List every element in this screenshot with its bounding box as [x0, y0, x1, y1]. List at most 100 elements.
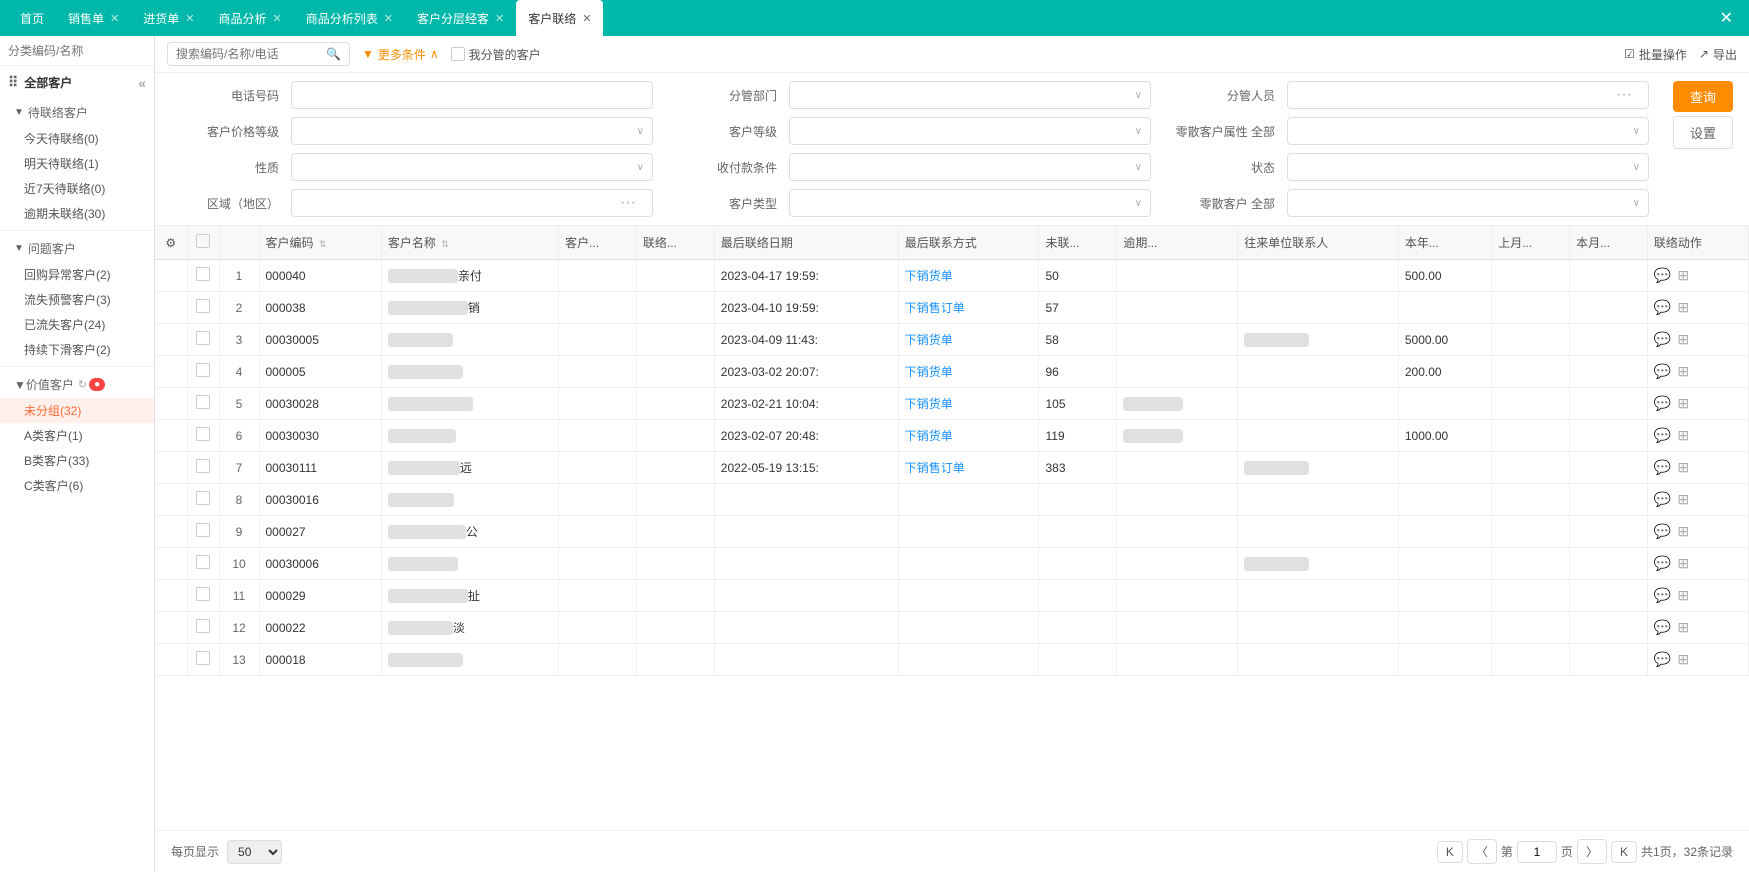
- sidebar-item-abnormal-repurchase[interactable]: 回购异常客户(2): [0, 262, 154, 287]
- prev-page-btn[interactable]: 〈: [1467, 839, 1497, 864]
- grid-action-icon[interactable]: ⊞: [1677, 299, 1689, 316]
- sidebar-item-7days[interactable]: 近7天待联络(0): [0, 176, 154, 201]
- sidebar-item-b-class[interactable]: B类客户(33): [0, 448, 154, 473]
- th-this-month[interactable]: 本月...: [1570, 226, 1648, 260]
- close-purchase-tab[interactable]: ✕: [185, 12, 194, 25]
- reset-button[interactable]: 设置: [1673, 116, 1733, 149]
- tab-product-analysis-list[interactable]: 商品分析列表 ✕: [294, 0, 405, 36]
- grid-action-icon[interactable]: ⊞: [1677, 523, 1689, 540]
- row-checkbox[interactable]: [196, 587, 210, 601]
- td-last-way[interactable]: 下销货单: [898, 260, 1039, 292]
- comment-icon[interactable]: 💬: [1654, 523, 1671, 540]
- grid-action-icon[interactable]: ⊞: [1677, 651, 1689, 668]
- settings-icon[interactable]: ⚙: [165, 236, 176, 250]
- row-checkbox[interactable]: [196, 459, 210, 473]
- comment-icon[interactable]: 💬: [1654, 427, 1671, 444]
- comment-icon[interactable]: 💬: [1654, 363, 1671, 380]
- tab-sales[interactable]: 销售单 ✕: [56, 0, 131, 36]
- td-checkbox[interactable]: [187, 388, 219, 420]
- td-last-way[interactable]: [898, 516, 1039, 548]
- sidebar-item-today[interactable]: 今天待联络(0): [0, 126, 154, 151]
- td-last-way[interactable]: 下销货单: [898, 420, 1039, 452]
- comment-icon[interactable]: 💬: [1654, 619, 1671, 636]
- comment-icon[interactable]: 💬: [1654, 267, 1671, 284]
- all-customers-header[interactable]: ⠿ 全部客户 «: [0, 66, 154, 99]
- grid-action-icon[interactable]: ⊞: [1677, 427, 1689, 444]
- th-name[interactable]: 客户名称 ⇅: [381, 226, 558, 260]
- sidebar-item-ungroup[interactable]: 未分组(32): [0, 398, 154, 423]
- td-last-way[interactable]: [898, 548, 1039, 580]
- per-page-select[interactable]: 50 100: [227, 840, 282, 864]
- grid-action-icon[interactable]: ⊞: [1677, 331, 1689, 348]
- th-this-year[interactable]: 本年...: [1398, 226, 1491, 260]
- tab-product-analysis[interactable]: 商品分析 ✕: [206, 0, 293, 36]
- select-customer-type[interactable]: ∨: [789, 189, 1151, 217]
- td-checkbox[interactable]: [187, 644, 219, 676]
- row-checkbox[interactable]: [196, 331, 210, 345]
- select-all-checkbox[interactable]: [196, 234, 210, 248]
- tab-customer-segment[interactable]: 客户分层经客 ✕: [405, 0, 516, 36]
- sidebar-search-box[interactable]: 🔍: [0, 36, 154, 66]
- nav-close-button[interactable]: ✕: [1712, 8, 1741, 28]
- export-btn[interactable]: ↗ 导出: [1699, 46, 1737, 63]
- row-checkbox[interactable]: [196, 619, 210, 633]
- row-checkbox[interactable]: [196, 555, 210, 569]
- sidebar-item-churned[interactable]: 已流失客户(24): [0, 312, 154, 337]
- row-checkbox[interactable]: [196, 651, 210, 665]
- comment-icon[interactable]: 💬: [1654, 555, 1671, 572]
- td-checkbox[interactable]: [187, 580, 219, 612]
- grid-action-icon[interactable]: ⊞: [1677, 491, 1689, 508]
- close-product-analysis-list-tab[interactable]: ✕: [384, 12, 393, 25]
- td-checkbox[interactable]: [187, 516, 219, 548]
- td-checkbox[interactable]: [187, 260, 219, 292]
- select-scatter-customer[interactable]: ∨: [1287, 189, 1649, 217]
- sidebar-item-churn-warning[interactable]: 流失预警客户(3): [0, 287, 154, 312]
- search-input[interactable]: [176, 47, 326, 61]
- th-contact[interactable]: 联络...: [636, 226, 714, 260]
- my-customers-check[interactable]: [451, 47, 465, 61]
- td-checkbox[interactable]: [187, 452, 219, 484]
- td-last-way[interactable]: [898, 612, 1039, 644]
- row-checkbox[interactable]: [196, 491, 210, 505]
- value-refresh-icon[interactable]: ↻: [78, 378, 87, 391]
- row-checkbox[interactable]: [196, 427, 210, 441]
- select-manager[interactable]: ···: [1287, 81, 1649, 109]
- grid-action-icon[interactable]: ⊞: [1677, 395, 1689, 412]
- close-sales-tab[interactable]: ✕: [110, 12, 119, 25]
- tab-customer-contact[interactable]: 客户联络 ✕: [516, 0, 603, 36]
- grid-action-icon[interactable]: ⊞: [1677, 555, 1689, 572]
- close-product-analysis-tab[interactable]: ✕: [273, 12, 282, 25]
- td-last-way[interactable]: 下销售订单: [898, 292, 1039, 324]
- select-customer-level[interactable]: ∨: [789, 117, 1151, 145]
- th-company-contact[interactable]: 往来单位联系人: [1238, 226, 1399, 260]
- value-customer-group[interactable]: ▼ 价值客户 ↻ ●: [0, 371, 154, 398]
- pending-contact-group[interactable]: ▼ 待联络客户: [0, 99, 154, 126]
- row-checkbox[interactable]: [196, 299, 210, 313]
- comment-icon[interactable]: 💬: [1654, 587, 1671, 604]
- sidebar-item-a-class[interactable]: A类客户(1): [0, 423, 154, 448]
- close-customer-segment-tab[interactable]: ✕: [495, 12, 504, 25]
- comment-icon[interactable]: 💬: [1654, 299, 1671, 316]
- td-checkbox[interactable]: [187, 292, 219, 324]
- th-code[interactable]: 客户编码 ⇅: [259, 226, 381, 260]
- select-payment-terms[interactable]: ∨: [789, 153, 1151, 181]
- td-last-way[interactable]: [898, 484, 1039, 516]
- input-phone[interactable]: [291, 81, 653, 109]
- td-checkbox[interactable]: [187, 612, 219, 644]
- td-checkbox[interactable]: [187, 420, 219, 452]
- select-price-level[interactable]: ∨: [291, 117, 653, 145]
- sidebar-item-declining[interactable]: 持续下滑客户(2): [0, 337, 154, 362]
- td-last-way[interactable]: [898, 580, 1039, 612]
- close-customer-contact-tab[interactable]: ✕: [582, 12, 591, 25]
- grid-action-icon[interactable]: ⊞: [1677, 267, 1689, 284]
- comment-icon[interactable]: 💬: [1654, 651, 1671, 668]
- grid-action-icon[interactable]: ⊞: [1677, 363, 1689, 380]
- sidebar-item-overdue[interactable]: 逾期未联络(30): [0, 201, 154, 226]
- th-last-contact-date[interactable]: 最后联络日期: [714, 226, 898, 260]
- grid-action-icon[interactable]: ⊞: [1677, 587, 1689, 604]
- select-scatter-attr[interactable]: ∨: [1287, 117, 1649, 145]
- tab-purchase[interactable]: 进货单 ✕: [131, 0, 206, 36]
- last-page-btn[interactable]: K: [1611, 841, 1637, 863]
- td-checkbox[interactable]: [187, 548, 219, 580]
- td-checkbox[interactable]: [187, 356, 219, 388]
